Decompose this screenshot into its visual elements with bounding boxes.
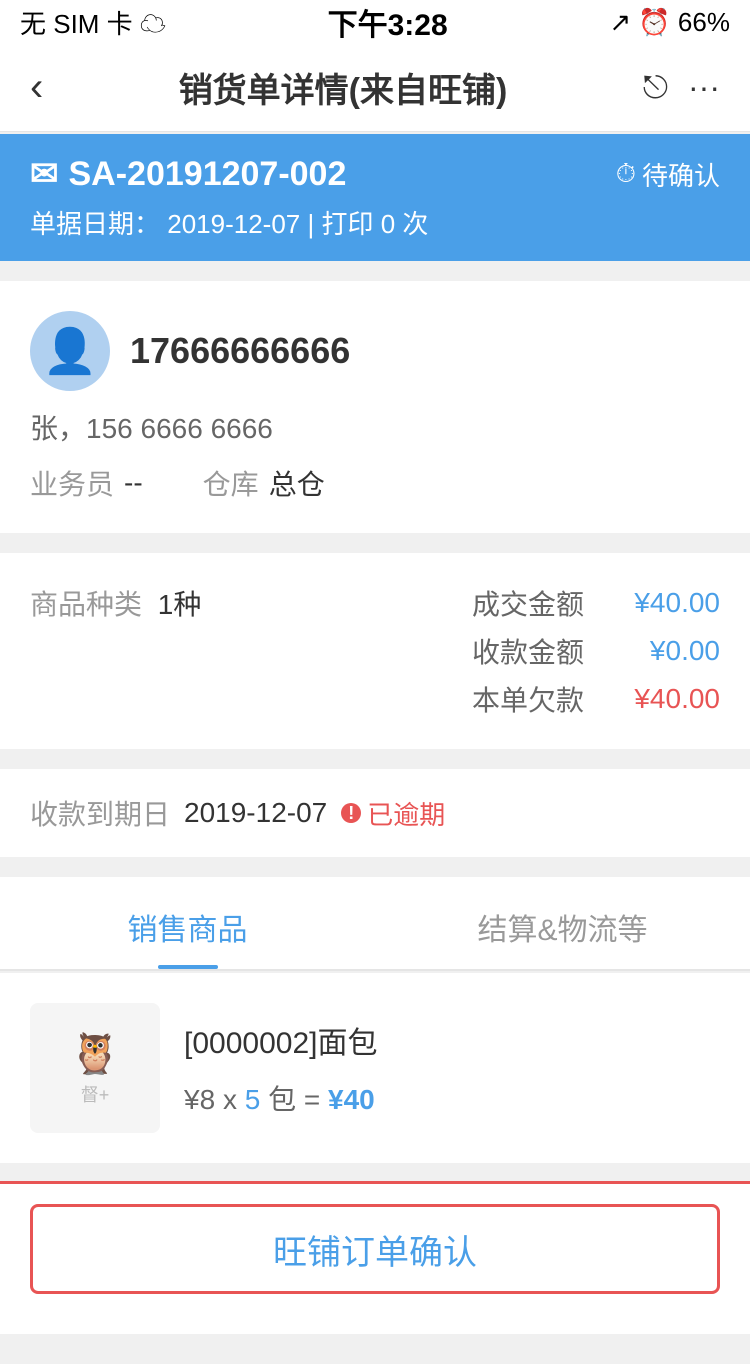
- overdue-text: 已逾期: [367, 795, 445, 832]
- avatar: 👤: [30, 311, 110, 391]
- order-id-value: SA-20191207-002: [69, 155, 347, 194]
- status-right: ↗ ⏰ 66%: [609, 7, 730, 38]
- bottom-bar: 旺铺订单确认: [0, 1181, 750, 1334]
- more-button[interactable]: ···: [688, 69, 720, 106]
- owed-label: 本单欠款: [472, 679, 584, 719]
- tab-settlement[interactable]: 结算&物流等: [375, 877, 750, 969]
- product-title: 面包: [317, 1027, 377, 1060]
- date-value: 2019-12-07: [167, 209, 300, 239]
- transaction-label: 成交金额: [472, 583, 584, 623]
- order-date: 单据日期： 2019-12-07 | 打印 0 次: [30, 204, 720, 241]
- equals-sign: =: [304, 1084, 328, 1115]
- order-status: ⏱ 待确认: [616, 156, 720, 193]
- due-date-card: 收款到期日 2019-12-07 ! 已逾期: [0, 769, 750, 857]
- summary-left: 商品种类 1种: [30, 583, 201, 623]
- customer-meta: 业务员 -- 仓库 总仓: [30, 463, 720, 503]
- received-label: 收款金额: [472, 631, 584, 671]
- sales-value: --: [124, 467, 143, 499]
- transaction-row: 成交金额 ¥40.00: [472, 583, 720, 623]
- avatar-icon: 👤: [43, 325, 98, 377]
- status-left: 无 SIM 卡 ☁: [20, 4, 166, 41]
- sales-item: 业务员 --: [30, 463, 143, 503]
- due-date-value: 2019-12-07: [184, 797, 327, 829]
- status-icon: ⏱: [616, 158, 636, 190]
- order-header-top: ✉ SA-20191207-002 ⏱ 待确认: [30, 154, 720, 194]
- warehouse-label: 仓库: [203, 463, 259, 503]
- product-type-value: 1种: [158, 589, 202, 620]
- status-time: 下午3:28: [328, 0, 448, 44]
- product-image: 🦉 督+: [30, 1003, 160, 1133]
- print-count: 0: [381, 209, 395, 239]
- status-text: 待确认: [642, 156, 720, 193]
- order-id: ✉ SA-20191207-002: [30, 154, 346, 194]
- product-total: ¥40: [328, 1084, 375, 1115]
- price-separator: x: [223, 1084, 245, 1115]
- owed-value: ¥40.00: [600, 683, 720, 715]
- product-qty: 5: [245, 1084, 261, 1115]
- price-base: ¥8: [184, 1084, 215, 1115]
- date-label: 单据日期：: [30, 209, 160, 239]
- sales-label: 业务员: [30, 463, 114, 503]
- customer-header: 👤 17666666666: [30, 311, 720, 391]
- qty-unit: 包: [268, 1084, 296, 1115]
- tabs-container: 销售商品 结算&物流等: [0, 877, 750, 971]
- customer-phone: 17666666666: [130, 330, 350, 372]
- overdue-icon: !: [341, 803, 361, 823]
- status-bar: 无 SIM 卡 ☁ 下午3:28 ↗ ⏰ 66%: [0, 0, 750, 44]
- summary-right: 成交金额 ¥40.00 收款金额 ¥0.00 本单欠款 ¥40.00: [472, 583, 720, 719]
- page-title: 销货单详情(来自旺铺): [179, 63, 508, 112]
- product-logo-text: 督+: [81, 1081, 110, 1107]
- transaction-value: ¥40.00: [600, 587, 720, 619]
- product-price: ¥8 x 5 包 = ¥40: [184, 1078, 720, 1118]
- warehouse-value: 总仓: [269, 463, 325, 503]
- tab-settlement-label: 结算&物流等: [477, 914, 647, 947]
- back-button[interactable]: ‹: [30, 65, 43, 110]
- received-value: ¥0.00: [600, 635, 720, 667]
- share-button[interactable]: ⎋: [643, 69, 668, 107]
- table-row: 🦉 督+ [0000002]面包 ¥8 x 5 包 = ¥40: [0, 973, 750, 1164]
- confirm-order-button[interactable]: 旺铺订单确认: [30, 1204, 720, 1294]
- customer-card: 👤 17666666666 张，156 6666 6666 业务员 -- 仓库 …: [0, 281, 750, 533]
- product-list: 🦉 督+ [0000002]面包 ¥8 x 5 包 = ¥40: [0, 973, 750, 1164]
- received-row: 收款金额 ¥0.00: [472, 631, 720, 671]
- customer-name: 张，156 6666 6666: [30, 407, 720, 447]
- due-date-label: 收款到期日: [30, 793, 170, 833]
- print-label: | 打印: [307, 209, 373, 239]
- product-logo-icon: 🦉: [70, 1030, 120, 1077]
- nav-bar: ‹ 销货单详情(来自旺铺) ⎋ ···: [0, 44, 750, 132]
- product-info: [0000002]面包 ¥8 x 5 包 = ¥40: [184, 1018, 720, 1118]
- tab-sales-products[interactable]: 销售商品: [0, 877, 375, 969]
- order-id-icon: ✉: [30, 154, 59, 194]
- tab-sales-label: 销售商品: [128, 914, 248, 947]
- product-name: [0000002]面包: [184, 1018, 720, 1062]
- overdue-badge: ! 已逾期: [341, 795, 445, 832]
- order-header: ✉ SA-20191207-002 ⏱ 待确认 单据日期： 2019-12-07…: [0, 134, 750, 261]
- product-code: [0000002]: [184, 1027, 317, 1060]
- product-type-label: 商品种类: [30, 589, 142, 620]
- owed-row: 本单欠款 ¥40.00: [472, 679, 720, 719]
- print-unit: 次: [402, 209, 428, 239]
- warehouse-item: 仓库 总仓: [203, 463, 325, 503]
- nav-actions: ⎋ ···: [643, 69, 720, 107]
- summary-card: 商品种类 1种 成交金额 ¥40.00 收款金额 ¥0.00 本单欠款 ¥40.…: [0, 553, 750, 749]
